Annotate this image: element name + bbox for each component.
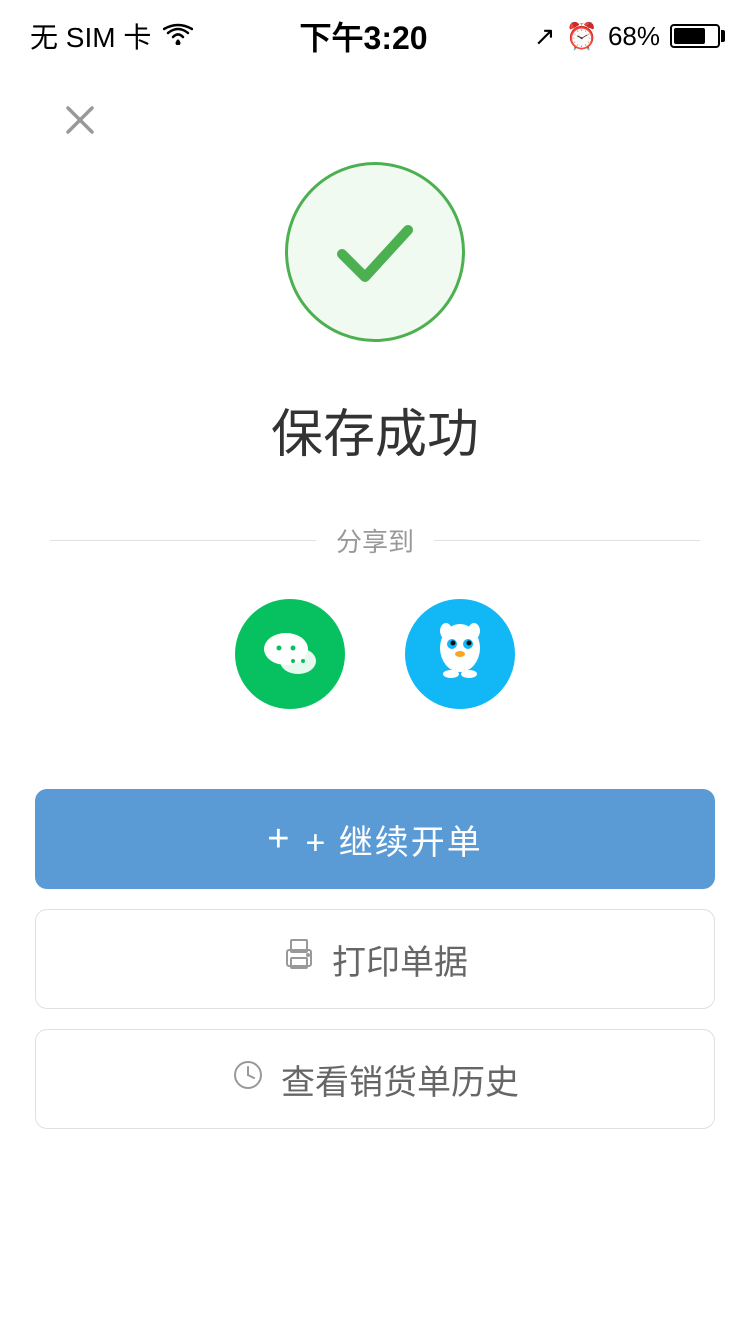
alarm-icon: ⏰: [566, 21, 598, 52]
battery-icon: [670, 24, 720, 48]
status-time: 下午3:20: [300, 13, 428, 59]
close-icon: [62, 102, 98, 138]
continue-label: + 继续开单: [305, 815, 482, 864]
success-title: 保存成功: [271, 392, 479, 467]
print-label: 打印单据: [332, 935, 468, 984]
success-circle: [285, 162, 465, 342]
checkmark-icon: [330, 212, 420, 292]
status-left: 无 SIM 卡: [30, 16, 193, 56]
close-button[interactable]: [50, 90, 110, 150]
share-label: 分享到: [336, 522, 414, 559]
status-right: ↗ ⏰ 68%: [534, 21, 720, 52]
wechat-icon: [258, 625, 323, 683]
qq-icon: [428, 618, 493, 690]
status-bar: 无 SIM 卡 下午3:20 ↗ ⏰ 68%: [0, 0, 750, 72]
action-buttons: + + 继续开单 打印单据: [35, 789, 715, 1129]
history-button[interactable]: 查看销货单历史: [35, 1029, 715, 1129]
wechat-share-button[interactable]: [235, 599, 345, 709]
wifi-icon: [163, 20, 193, 52]
history-label: 查看销货单历史: [281, 1055, 519, 1104]
battery-percent: 68%: [608, 21, 660, 52]
print-icon: [282, 938, 316, 981]
continue-icon: +: [267, 818, 289, 861]
share-divider: 分享到: [50, 522, 700, 559]
divider-left: [50, 540, 316, 541]
no-sim-text: 无 SIM 卡: [30, 16, 151, 56]
location-icon: ↗: [534, 21, 556, 52]
history-icon: [231, 1058, 265, 1101]
divider-right: [434, 540, 700, 541]
main-content: 保存成功 分享到: [0, 72, 750, 1129]
continue-button[interactable]: + + 继续开单: [35, 789, 715, 889]
print-button[interactable]: 打印单据: [35, 909, 715, 1009]
share-icons: [235, 599, 515, 709]
qq-share-button[interactable]: [405, 599, 515, 709]
